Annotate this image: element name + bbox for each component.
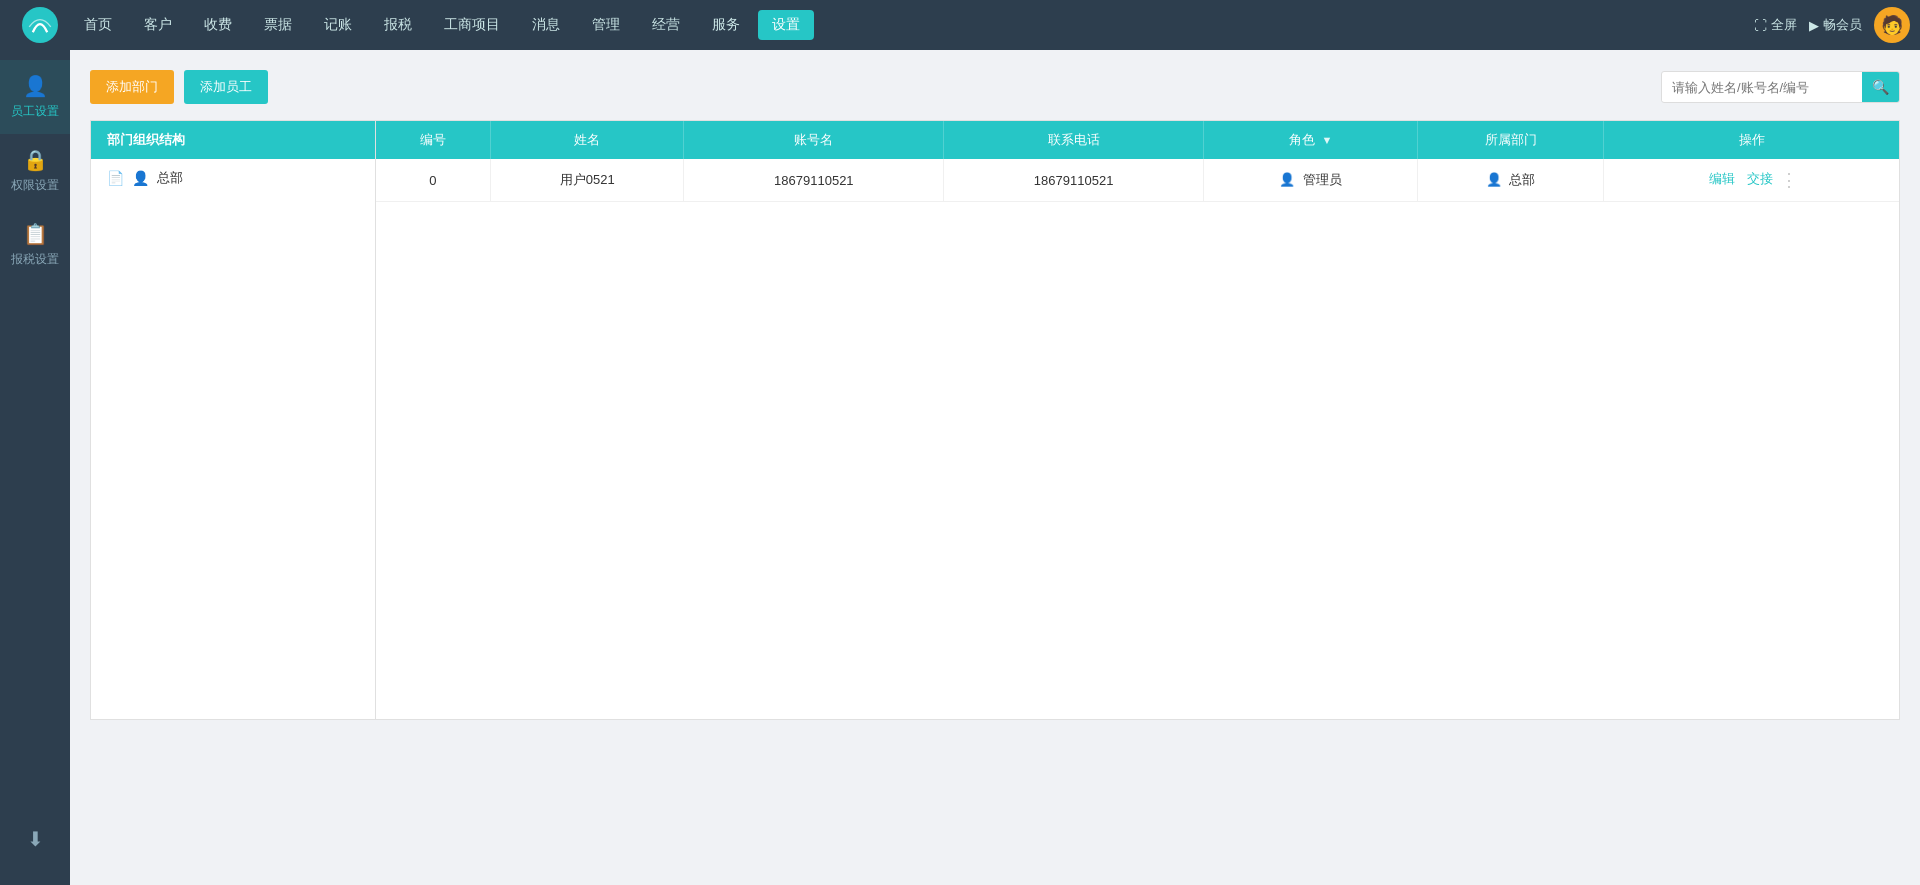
table-body: 0 用户0521 18679110521 18679110521 👤 管理员 👤… xyxy=(376,159,1899,202)
fullscreen-button[interactable]: ⛶ 全屏 xyxy=(1754,16,1797,34)
toolbar: 添加部门 添加员工 🔍 xyxy=(90,70,1900,104)
nav-customer[interactable]: 客户 xyxy=(130,10,186,40)
dept-item-label: 总部 xyxy=(157,169,183,187)
sidebar-item-permission-label: 权限设置 xyxy=(11,177,59,194)
employee-table: 编号 姓名 账号名 联系电话 角色 ▼ 所属部门 操作 xyxy=(376,121,1899,719)
nav-home[interactable]: 首页 xyxy=(70,10,126,40)
nav-settings[interactable]: 设置 xyxy=(758,10,814,40)
top-nav-right: ⛶ 全屏 ▶ 畅会员 🧑 xyxy=(1754,7,1910,43)
cell-actions: 编辑 交接 ⋮ xyxy=(1604,159,1899,202)
content-area: 添加部门 添加员工 🔍 部门组织结构 📄 👤 总部 xyxy=(70,50,1920,885)
sidebar: 👤 员工设置 🔒 权限设置 📋 报税设置 ⬇ xyxy=(0,50,70,885)
col-id: 编号 xyxy=(376,121,490,159)
sidebar-bottom: ⬇ xyxy=(0,813,70,885)
add-employee-button[interactable]: 添加员工 xyxy=(184,70,268,104)
role-icon: 👤 xyxy=(1279,172,1295,187)
nav-tax[interactable]: 报税 xyxy=(370,10,426,40)
vip-label: 畅会员 xyxy=(1823,16,1862,34)
col-dept: 所属部门 xyxy=(1418,121,1604,159)
sidebar-item-employee[interactable]: 👤 员工设置 xyxy=(0,60,70,134)
dept-label: 总部 xyxy=(1509,172,1535,187)
dept-tree-header: 部门组织结构 xyxy=(91,121,375,159)
sidebar-item-employee-label: 员工设置 xyxy=(11,103,59,120)
nav-invoice[interactable]: 票据 xyxy=(250,10,306,40)
vip-button[interactable]: ▶ 畅会员 xyxy=(1809,16,1862,34)
sidebar-item-tax-label: 报税设置 xyxy=(11,251,59,268)
dept-tree: 部门组织结构 📄 👤 总部 xyxy=(91,121,376,719)
nav-manage[interactable]: 管理 xyxy=(578,10,634,40)
avatar[interactable]: 🧑 xyxy=(1874,7,1910,43)
cell-account: 18679110521 xyxy=(684,159,944,202)
nav-fee[interactable]: 收费 xyxy=(190,10,246,40)
fullscreen-icon: ⛶ xyxy=(1754,18,1767,33)
employee-icon: 👤 xyxy=(23,74,48,98)
lock-icon: 🔒 xyxy=(23,148,48,172)
cell-dept: 👤 总部 xyxy=(1418,159,1604,202)
filter-icon: ▼ xyxy=(1322,134,1333,146)
search-input[interactable] xyxy=(1662,74,1862,101)
file-icon: 📄 xyxy=(107,170,124,186)
add-dept-button[interactable]: 添加部门 xyxy=(90,70,174,104)
sidebar-item-tax-settings[interactable]: 📋 报税设置 xyxy=(0,208,70,282)
top-nav: 首页 客户 收费 票据 记账 报税 工商项目 消息 管理 经营 服务 设置 ⛶ … xyxy=(0,0,1920,50)
cell-role: 👤 管理员 xyxy=(1204,159,1418,202)
search-box: 🔍 xyxy=(1661,71,1900,103)
col-action: 操作 xyxy=(1604,121,1899,159)
download-icon: ⬇ xyxy=(27,827,44,851)
transfer-link[interactable]: 交接 xyxy=(1747,171,1773,186)
vip-icon: ▶ xyxy=(1809,18,1819,33)
fullscreen-label: 全屏 xyxy=(1771,16,1797,34)
avatar-icon: 🧑 xyxy=(1881,14,1903,36)
cell-id: 0 xyxy=(376,159,490,202)
logo[interactable] xyxy=(10,7,70,43)
nav-service[interactable]: 服务 xyxy=(698,10,754,40)
edit-link[interactable]: 编辑 xyxy=(1709,171,1735,186)
table-header-row: 编号 姓名 账号名 联系电话 角色 ▼ 所属部门 操作 xyxy=(376,121,1899,159)
col-name: 姓名 xyxy=(490,121,684,159)
nav-operation[interactable]: 经营 xyxy=(638,10,694,40)
nav-items: 首页 客户 收费 票据 记账 报税 工商项目 消息 管理 经营 服务 设置 xyxy=(70,10,1754,40)
col-account: 账号名 xyxy=(684,121,944,159)
search-icon: 🔍 xyxy=(1872,79,1889,95)
col-role-label: 角色 xyxy=(1289,132,1315,147)
scroll-control[interactable]: ⋮ xyxy=(1780,170,1798,190)
sidebar-download[interactable]: ⬇ xyxy=(0,813,70,865)
nav-bookkeeping[interactable]: 记账 xyxy=(310,10,366,40)
cell-name: 用户0521 xyxy=(490,159,684,202)
role-label: 管理员 xyxy=(1303,172,1342,187)
tax-settings-icon: 📋 xyxy=(23,222,48,246)
col-phone: 联系电话 xyxy=(944,121,1204,159)
table-row: 0 用户0521 18679110521 18679110521 👤 管理员 👤… xyxy=(376,159,1899,202)
dept-tree-item-general[interactable]: 📄 👤 总部 xyxy=(91,159,375,197)
table: 编号 姓名 账号名 联系电话 角色 ▼ 所属部门 操作 xyxy=(376,121,1899,202)
dept-icon: 👤 xyxy=(1486,172,1502,187)
cell-phone: 18679110521 xyxy=(944,159,1204,202)
panel: 部门组织结构 📄 👤 总部 编号 姓名 账号名 联系电话 xyxy=(90,120,1900,720)
dept-person-icon: 👤 xyxy=(132,170,149,186)
sidebar-item-permission[interactable]: 🔒 权限设置 xyxy=(0,134,70,208)
nav-message[interactable]: 消息 xyxy=(518,10,574,40)
nav-business[interactable]: 工商项目 xyxy=(430,10,514,40)
main-layout: 👤 员工设置 🔒 权限设置 📋 报税设置 ⬇ 添加部门 添加员工 🔍 xyxy=(0,50,1920,885)
search-button[interactable]: 🔍 xyxy=(1862,72,1899,102)
col-role[interactable]: 角色 ▼ xyxy=(1204,121,1418,159)
